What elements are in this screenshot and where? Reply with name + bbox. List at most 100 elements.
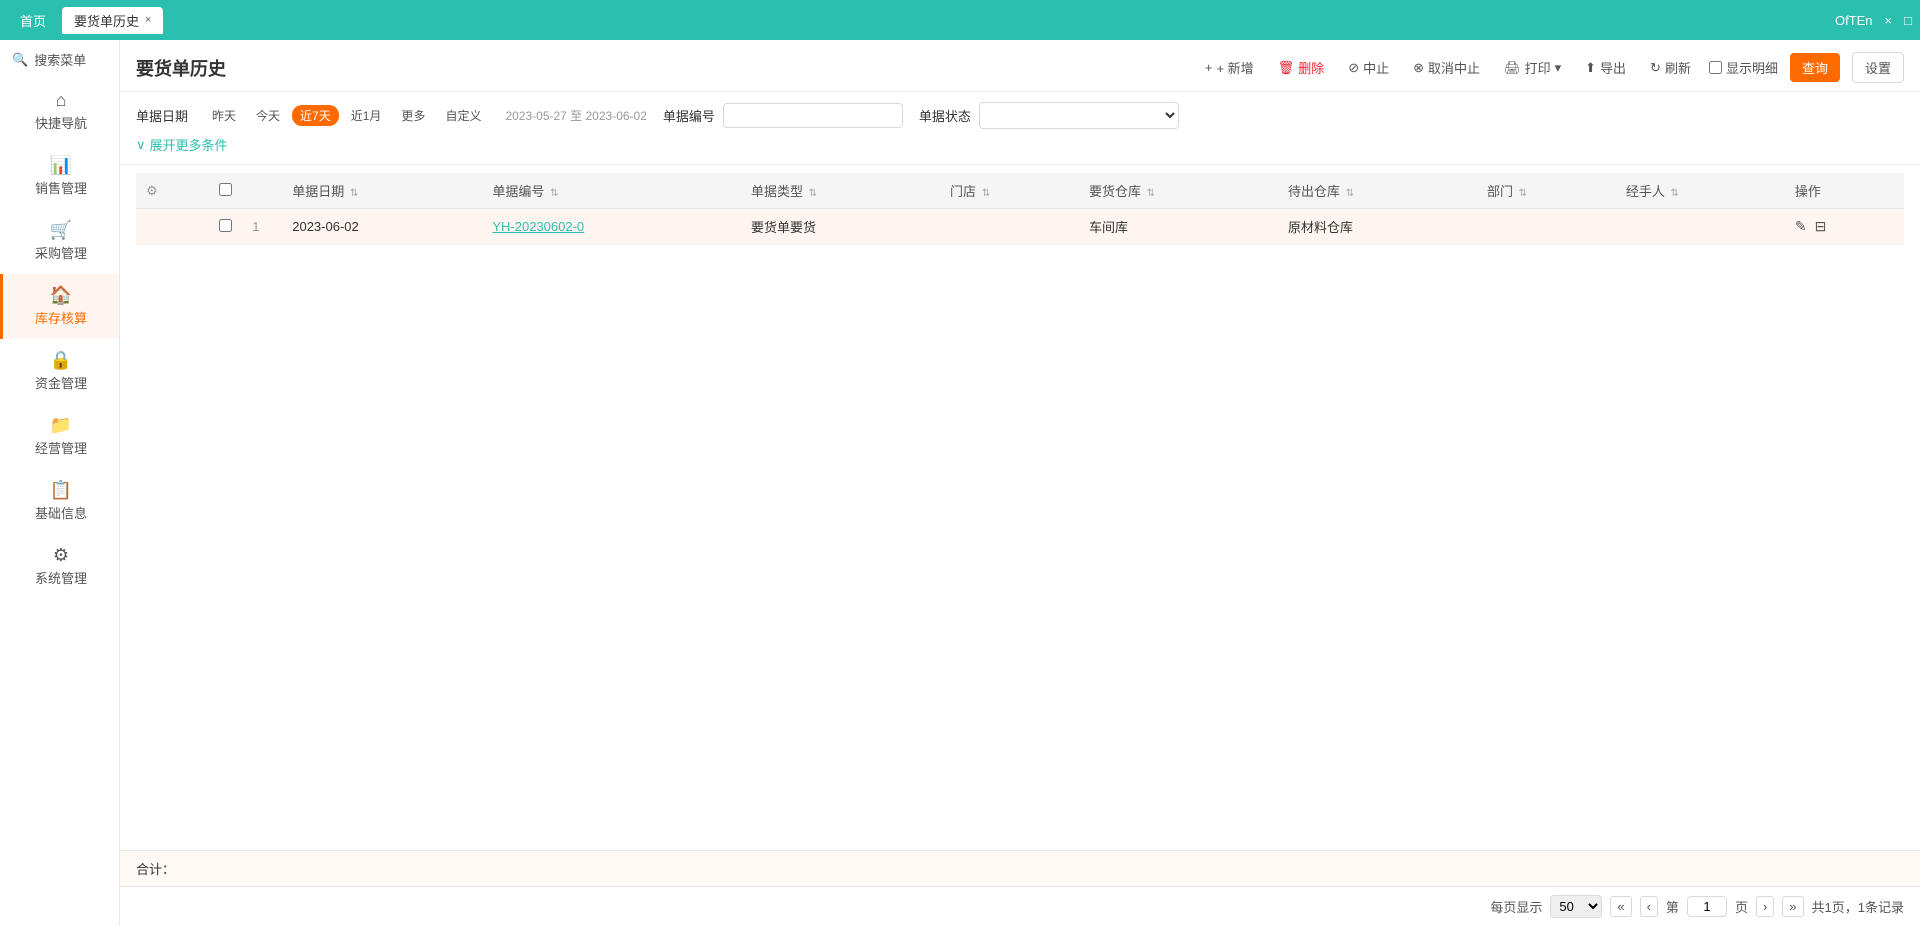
- date-btn-7days[interactable]: 近7天: [292, 105, 339, 126]
- last-page-button[interactable]: »: [1782, 896, 1803, 917]
- status-filter-group: 单据状态: [919, 102, 1179, 129]
- sidebar-item-label: 库存核算: [35, 308, 87, 327]
- sidebar-item-label: 基础信息: [35, 503, 87, 522]
- cell-pending-warehouse: 原材料仓库: [1278, 209, 1477, 245]
- sidebar-item-sales-mgmt[interactable]: 📊 销售管理: [0, 144, 119, 209]
- sidebar-item-finance[interactable]: 🔒 资金管理: [0, 339, 119, 404]
- date-btn-today[interactable]: 今天: [248, 105, 288, 126]
- date-btn-1month[interactable]: 近1月: [343, 105, 390, 126]
- export-icon: ⬆: [1585, 60, 1596, 76]
- query-button[interactable]: 查询: [1790, 53, 1840, 82]
- date-btn-custom[interactable]: 自定义: [437, 105, 489, 126]
- row-checkbox[interactable]: [219, 219, 232, 232]
- cell-doctype: 要货单要货: [741, 209, 940, 245]
- sidebar-item-basic-info[interactable]: 📋 基础信息: [0, 469, 119, 534]
- date-btn-more[interactable]: 更多: [393, 105, 433, 126]
- page-size-select[interactable]: 50 10 20 100: [1550, 895, 1602, 918]
- inventory-icon: 🏠: [50, 286, 72, 304]
- sidebar-search[interactable]: 🔍 搜索菜单: [0, 40, 119, 79]
- sort-store-icon[interactable]: ⇅: [982, 188, 990, 199]
- page-title: 要货单历史: [136, 55, 226, 81]
- header-row: ⚙ 单据日期 ⇅ 单据编号 ⇅: [136, 173, 1904, 209]
- display-detail-label: 显示明细: [1726, 58, 1778, 77]
- sort-dept-icon[interactable]: ⇅: [1519, 188, 1527, 199]
- summary-label: 合计：: [136, 862, 175, 877]
- doc-no-label: 单据编号: [663, 106, 715, 125]
- sidebar-item-label: 采购管理: [35, 243, 87, 262]
- col-dept: 部门 ⇅: [1477, 173, 1616, 209]
- edit-action-button[interactable]: ✎: [1795, 218, 1807, 235]
- cell-docno[interactable]: YH-20230602-0: [482, 209, 741, 245]
- sidebar-item-purchase-mgmt[interactable]: 🛒 采购管理: [0, 209, 119, 274]
- date-range-display: 2023-05-27 至 2023-06-02: [505, 107, 646, 124]
- print-label: 打印: [1525, 58, 1551, 77]
- search-icon: 🔍: [12, 52, 28, 68]
- sort-date-icon[interactable]: ⇅: [350, 188, 358, 199]
- sidebar-item-inventory[interactable]: 🏠 库存核算: [0, 274, 119, 339]
- cell-req-warehouse: 车间库: [1079, 209, 1278, 245]
- sort-handler-icon[interactable]: ⇅: [1671, 188, 1679, 199]
- sidebar-item-operation[interactable]: 📁 经营管理: [0, 404, 119, 469]
- sidebar-item-label: 经营管理: [35, 438, 87, 457]
- page-unit-label: 页: [1735, 897, 1748, 916]
- export-label: 导出: [1600, 58, 1626, 77]
- main-layout: 🔍 搜索菜单 ⌂ 快捷导航 📊 销售管理 🛒 采购管理 🏠 库存核算 🔒 资金管…: [0, 40, 1920, 926]
- table-row: 1 2023-06-02 YH-20230602-0 要货单要货 车间库 原材料…: [136, 209, 1904, 245]
- refresh-button[interactable]: ↻ 刷新: [1644, 54, 1697, 81]
- table-header: ⚙ 单据日期 ⇅ 单据编号 ⇅: [136, 173, 1904, 209]
- page-header: 要货单历史 + + 新增 🗑 删除 ⊘ 中止 ⊗ 取消中止: [120, 40, 1920, 92]
- new-label: + 新增: [1216, 58, 1253, 77]
- cell-checkbox: [209, 209, 242, 245]
- expand-more-btn[interactable]: ∨ 展开更多条件: [136, 135, 1904, 154]
- sidebar-item-quick-nav[interactable]: ⌂ 快捷导航: [0, 79, 119, 144]
- first-page-button[interactable]: «: [1610, 896, 1631, 917]
- col-store-label: 门店: [950, 184, 976, 199]
- export-button[interactable]: ⬆ 导出: [1579, 54, 1632, 81]
- tab-requisition-history[interactable]: 要货单历史 ×: [62, 7, 163, 34]
- window-maximize-icon[interactable]: □: [1904, 13, 1912, 28]
- cell-dept: [1477, 209, 1616, 245]
- table-settings-icon[interactable]: ⚙: [146, 183, 158, 198]
- col-req-warehouse-label: 要货仓库: [1089, 184, 1141, 199]
- tab-close-icon[interactable]: ×: [145, 14, 151, 26]
- sort-req-warehouse-icon[interactable]: ⇅: [1147, 188, 1155, 199]
- cell-action: ✎ ⊟: [1785, 209, 1904, 245]
- date-btn-yesterday[interactable]: 昨天: [204, 105, 244, 126]
- settings-button[interactable]: 设置: [1852, 52, 1904, 83]
- col-date-label: 单据日期: [292, 184, 344, 199]
- sidebar-item-label: 系统管理: [35, 568, 87, 587]
- col-settings[interactable]: ⚙: [136, 173, 209, 209]
- filter-bar: 单据日期 昨天 今天 近7天 近1月 更多 自定义 2023-05-27 至 2…: [120, 92, 1920, 165]
- doc-no-input[interactable]: [723, 103, 903, 128]
- sidebar-item-system[interactable]: ⚙ 系统管理: [0, 534, 119, 599]
- delete-action-button[interactable]: ⊟: [1815, 218, 1827, 235]
- plus-icon: +: [1205, 60, 1213, 75]
- display-detail-toggle[interactable]: 显示明细: [1709, 58, 1778, 77]
- doc-no-link[interactable]: YH-20230602-0: [492, 219, 584, 234]
- status-select[interactable]: [979, 102, 1179, 129]
- next-page-button[interactable]: ›: [1756, 896, 1774, 917]
- window-close-icon[interactable]: ×: [1885, 13, 1893, 28]
- cell-store: [940, 209, 1079, 245]
- cancel-stop-button[interactable]: ⊗ 取消中止: [1407, 54, 1486, 81]
- sort-pending-warehouse-icon[interactable]: ⇅: [1346, 188, 1354, 199]
- basic-info-icon: 📋: [50, 481, 72, 499]
- stop-button[interactable]: ⊘ 中止: [1342, 54, 1395, 81]
- page-number-input[interactable]: [1687, 896, 1727, 917]
- sort-doctype-icon[interactable]: ⇅: [809, 188, 817, 199]
- col-handler: 经手人 ⇅: [1616, 173, 1785, 209]
- col-pending-warehouse: 待出仓库 ⇅: [1278, 173, 1477, 209]
- total-info: 共1页，1条记录: [1812, 897, 1904, 916]
- tab-label: 要货单历史: [74, 11, 139, 30]
- col-doctype-label: 单据类型: [751, 184, 803, 199]
- sort-docno-icon[interactable]: ⇅: [550, 188, 558, 199]
- cancel-stop-label: 取消中止: [1428, 58, 1480, 77]
- print-button[interactable]: 🖨 打印 ▾: [1498, 54, 1567, 81]
- col-dept-label: 部门: [1487, 184, 1513, 199]
- select-all-checkbox[interactable]: [219, 183, 232, 196]
- prev-page-button[interactable]: ‹: [1640, 896, 1658, 917]
- tab-home[interactable]: 首页: [8, 7, 58, 34]
- delete-button[interactable]: 🗑 删除: [1272, 54, 1331, 81]
- new-button[interactable]: + + 新增: [1199, 54, 1260, 81]
- display-detail-checkbox[interactable]: [1709, 61, 1722, 74]
